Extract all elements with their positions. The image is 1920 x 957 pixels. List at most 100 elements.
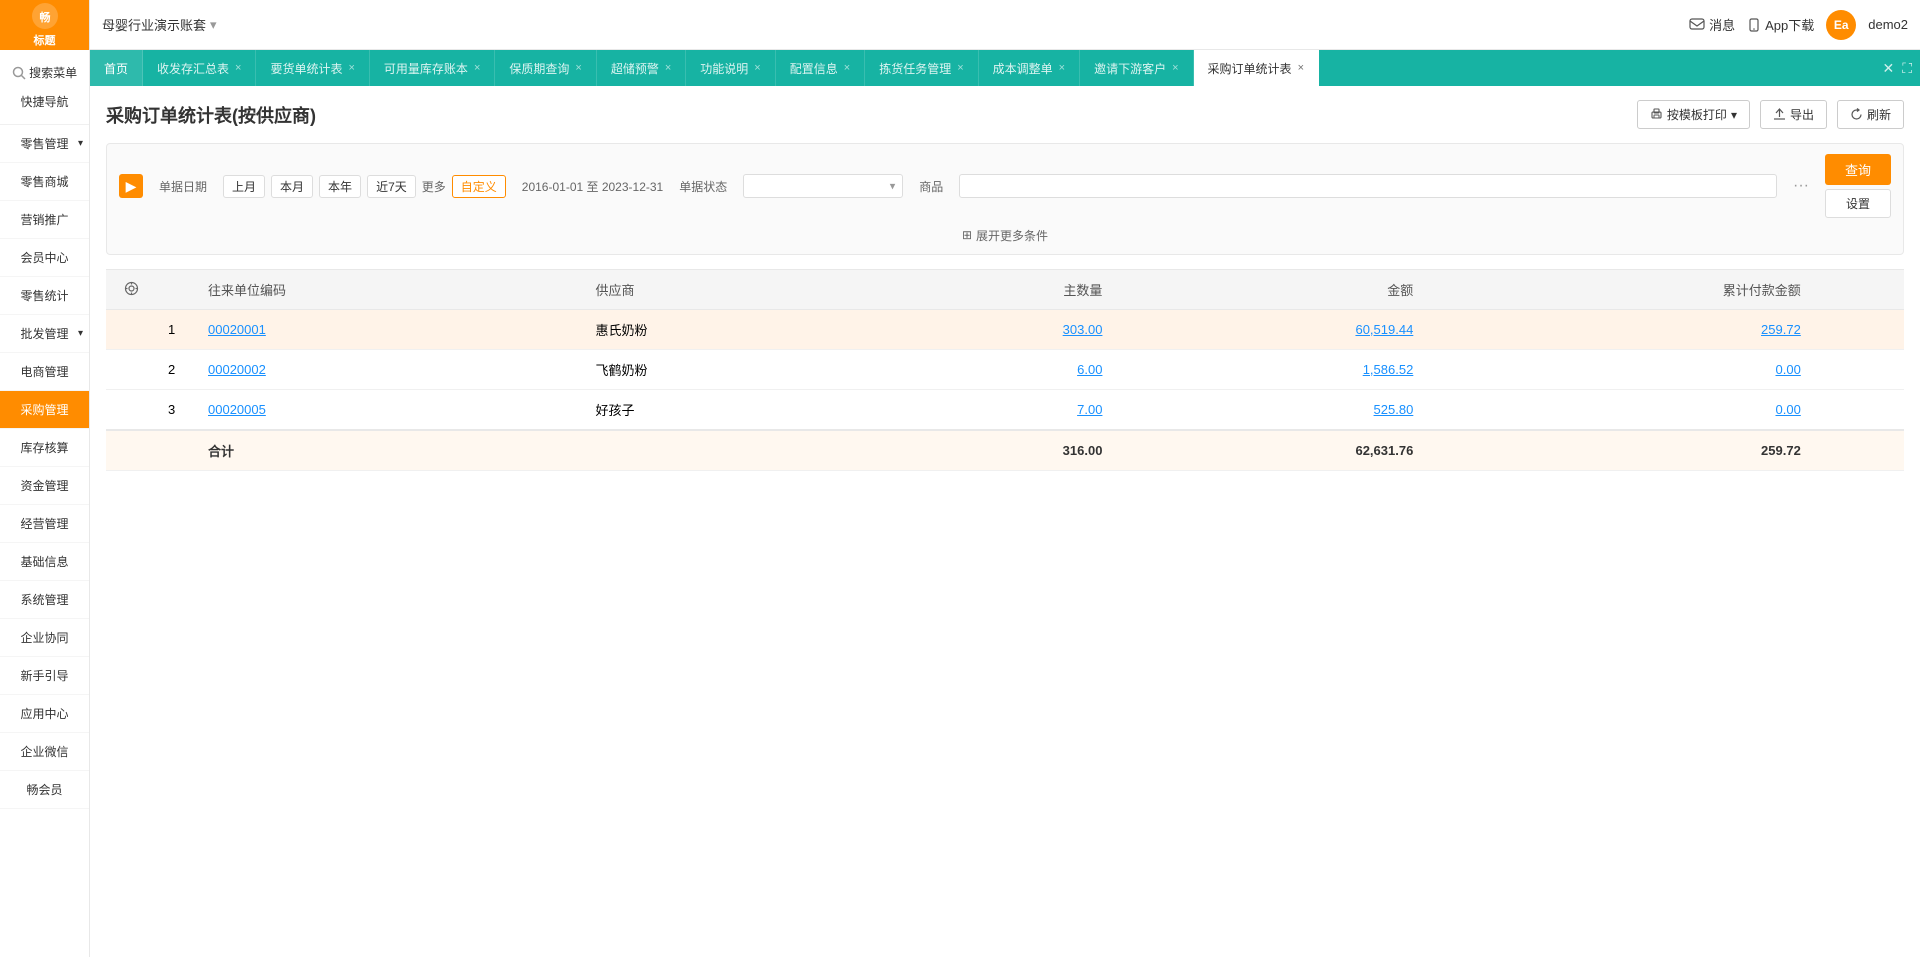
tab-invite-downstream[interactable]: 邀请下游客户× — [1080, 50, 1193, 86]
sidebar-item-app-center[interactable]: 应用中心 — [0, 695, 89, 733]
expand-more-btn[interactable]: ⊞ 展开更多条件 — [962, 227, 1048, 244]
tab-close-available-inventory[interactable]: × — [474, 62, 480, 74]
sidebar-item-member-card[interactable]: 畅会员 — [0, 771, 89, 809]
table-header: 往来单位编码 供应商 主数量 金额 累计付款金额 — [106, 270, 1904, 310]
sidebar-arrow-retail-management: ▾ — [78, 138, 83, 149]
paid-amount-link[interactable]: 259.72 — [1761, 322, 1801, 337]
tab-expiry-query[interactable]: 保质期查询× — [495, 50, 596, 86]
filter-date-this-year[interactable]: 本年 — [319, 175, 361, 198]
tab-receive-summary[interactable]: 收发存汇总表× — [143, 50, 256, 86]
sidebar-item-inventory-check[interactable]: 库存核算 — [0, 429, 89, 467]
footer-settings-cell — [106, 430, 156, 471]
expand-icon: ⊞ — [962, 228, 972, 242]
app-download-btn[interactable]: App下载 — [1747, 15, 1814, 34]
filter-date-last-month[interactable]: 上月 — [223, 175, 265, 198]
template-print-arrow: ▾ — [1731, 108, 1737, 122]
page-title: 采购订单统计表(按供应商) — [106, 102, 316, 128]
user-avatar[interactable]: Ea — [1826, 10, 1856, 40]
tab-home[interactable]: 首页 — [90, 50, 143, 86]
sidebar-item-retail-stats[interactable]: 零售统计 — [0, 277, 89, 315]
supplier-code-link[interactable]: 00020002 — [208, 362, 266, 377]
export-btn[interactable]: 导出 — [1760, 100, 1827, 129]
filter-date-7days[interactable]: 近7天 — [367, 175, 416, 198]
goods-filter-input[interactable] — [959, 174, 1777, 198]
footer-extra-cell — [1813, 430, 1904, 471]
filter-status-select[interactable] — [743, 174, 903, 198]
tab-label-home: 首页 — [104, 60, 128, 77]
table-row: 1 00020001 惠氏奶粉 303.00 60,519.44 259.72 — [106, 310, 1904, 350]
tab-purchase-order-stats[interactable]: 采购订单统计表× — [1194, 50, 1319, 86]
sidebar-search-item[interactable]: 搜索菜单 — [6, 58, 83, 87]
template-print-btn[interactable]: 按模板打印 ▾ — [1637, 100, 1750, 129]
tab-close-pick-task-mgmt[interactable]: × — [957, 62, 963, 74]
amount-link[interactable]: 1,586.52 — [1363, 362, 1414, 377]
close-tab-icon[interactable]: ✕ — [1882, 60, 1894, 77]
filter-row-main: ▶ 单据日期 上月 本月 本年 近7天 更多 自定义 2016-01-01 至 … — [119, 154, 1891, 218]
footer-supplier-cell — [584, 430, 873, 471]
paid-amount-link[interactable]: 0.00 — [1776, 402, 1801, 417]
expand-label: 展开更多条件 — [976, 227, 1048, 244]
main-qty-link[interactable]: 303.00 — [1063, 322, 1103, 337]
row-supplier-code: 00020001 — [196, 310, 584, 350]
sidebar-item-operation-mgmt[interactable]: 经营管理 — [0, 505, 89, 543]
sidebar-item-new-guide[interactable]: 新手引导 — [0, 657, 89, 695]
sidebar-item-enterprise-wechat[interactable]: 企业微信 — [0, 733, 89, 771]
settings-btn[interactable]: 设置 — [1825, 189, 1891, 218]
tab-config-info[interactable]: 配置信息× — [776, 50, 865, 86]
filter-more-dots[interactable]: ··· — [1793, 177, 1809, 195]
sidebar-item-system-mgmt[interactable]: 系统管理 — [0, 581, 89, 619]
tab-label-cost-adjust: 成本调整单 — [993, 60, 1053, 77]
filter-date-custom[interactable]: 自定义 — [452, 175, 506, 198]
tab-close-cost-adjust[interactable]: × — [1059, 62, 1065, 74]
supplier-code-link[interactable]: 00020001 — [208, 322, 266, 337]
filter-toggle-btn[interactable]: ▶ — [119, 174, 143, 198]
main-qty-link[interactable]: 6.00 — [1077, 362, 1102, 377]
sidebar-item-basic-info[interactable]: 基础信息 — [0, 543, 89, 581]
col-settings[interactable] — [106, 270, 156, 310]
sidebar-item-enterprise-collab[interactable]: 企业协同 — [0, 619, 89, 657]
top-bar: 母婴行业演示账套 ▾ 消息 App下载 Ea demo — [90, 0, 1920, 50]
amount-link[interactable]: 60,519.44 — [1355, 322, 1413, 337]
tab-close-expiry-query[interactable]: × — [575, 62, 581, 74]
tab-overstock-warning[interactable]: 超储预警× — [597, 50, 686, 86]
sidebar-item-member-center[interactable]: 会员中心 — [0, 239, 89, 277]
sidebar-quick-nav[interactable]: 快捷导航 — [6, 87, 83, 116]
industry-label: 母婴行业演示账套 — [102, 15, 206, 34]
col-main-qty-header: 主数量 — [872, 270, 1114, 310]
row-settings-cell — [106, 350, 156, 390]
filter-status-wrapper — [743, 174, 903, 198]
tab-close-order-stats[interactable]: × — [348, 62, 354, 74]
filter-date-this-month[interactable]: 本月 — [271, 175, 313, 198]
sidebar-item-finance-mgmt[interactable]: 资金管理 — [0, 467, 89, 505]
refresh-btn[interactable]: 刷新 — [1837, 100, 1904, 129]
sidebar-item-marketing[interactable]: 营销推广 — [0, 201, 89, 239]
search-btn[interactable]: 查询 — [1825, 154, 1891, 185]
template-print-label: 按模板打印 — [1667, 106, 1727, 123]
sidebar-item-retail-management[interactable]: 零售管理▾ — [0, 125, 89, 163]
tab-close-receive-summary[interactable]: × — [235, 62, 241, 74]
tab-available-inventory[interactable]: 可用量库存账本× — [370, 50, 495, 86]
dropdown-icon[interactable]: ▾ — [210, 17, 217, 33]
tab-function-desc[interactable]: 功能说明× — [686, 50, 775, 86]
maximize-icon[interactable]: ⛶ — [1902, 60, 1912, 77]
sidebar-item-retail-store[interactable]: 零售商城 — [0, 163, 89, 201]
sidebar: 畅 标题 搜索菜单 快捷导航 零售管理▾零售商城营销推广会员中心零售统计批发管理… — [0, 0, 90, 957]
row-index-cell: 3 — [156, 390, 196, 431]
sidebar-item-wholesale-mgmt[interactable]: 批发管理▾ — [0, 315, 89, 353]
tab-close-overstock-warning[interactable]: × — [665, 62, 671, 74]
tab-pick-task-mgmt[interactable]: 拣货任务管理× — [865, 50, 978, 86]
amount-link[interactable]: 525.80 — [1374, 402, 1414, 417]
main-qty-link[interactable]: 7.00 — [1077, 402, 1102, 417]
tab-close-purchase-order-stats[interactable]: × — [1298, 62, 1304, 74]
tab-close-config-info[interactable]: × — [844, 62, 850, 74]
paid-amount-link[interactable]: 0.00 — [1776, 362, 1801, 377]
tab-close-invite-downstream[interactable]: × — [1172, 62, 1178, 74]
message-btn[interactable]: 消息 — [1689, 15, 1735, 34]
tab-order-stats[interactable]: 要货单统计表× — [256, 50, 369, 86]
filter-date-more[interactable]: 更多 — [422, 178, 446, 195]
tab-cost-adjust[interactable]: 成本调整单 × — [979, 50, 1080, 86]
sidebar-item-purchase-mgmt[interactable]: 采购管理 — [0, 391, 89, 429]
tab-close-function-desc[interactable]: × — [754, 62, 760, 74]
supplier-code-link[interactable]: 00020005 — [208, 402, 266, 417]
sidebar-item-ecommerce-mgmt[interactable]: 电商管理 — [0, 353, 89, 391]
